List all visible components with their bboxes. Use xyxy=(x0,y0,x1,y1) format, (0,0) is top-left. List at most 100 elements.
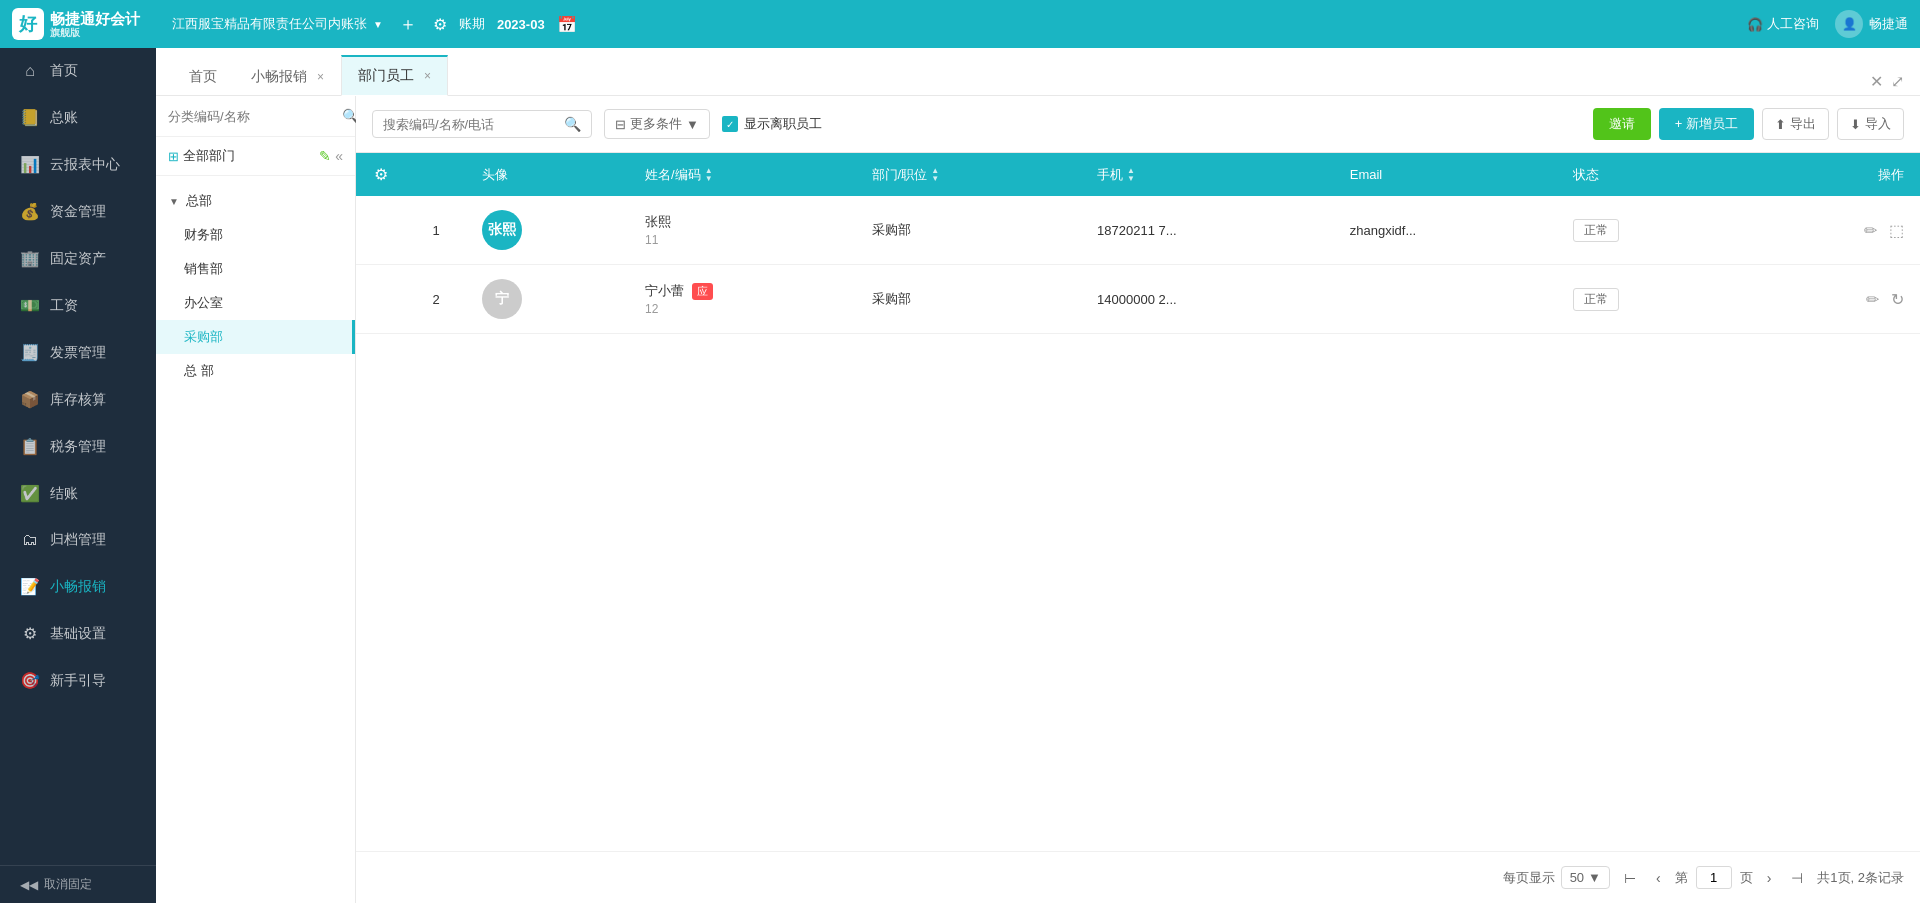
dept-node-purchase[interactable]: 采购部 xyxy=(156,320,355,354)
reports-icon: 📊 xyxy=(20,155,40,174)
edit-employee-button[interactable]: ✏ xyxy=(1866,290,1879,309)
avatar: 张熙 xyxy=(482,210,522,250)
company-selector[interactable]: 江西服宝精品有限责任公司内账张 ▼ xyxy=(172,15,383,33)
import-button[interactable]: ⬇ 导入 xyxy=(1837,108,1904,140)
col-settings[interactable]: ⚙ xyxy=(356,153,406,196)
header-right: 🎧 人工咨询 👤 畅捷通 xyxy=(1747,10,1908,38)
import-icon: ⬇ xyxy=(1850,117,1861,132)
dept-tree: ▼ 总部 财务部 销售部 办公室 采购部 xyxy=(156,176,355,903)
dept-node-sales[interactable]: 销售部 xyxy=(156,252,355,286)
ledger-icon: 📒 xyxy=(20,108,40,127)
col-phone[interactable]: 手机 ▲▼ xyxy=(1081,153,1334,196)
row1-settings xyxy=(356,196,406,265)
dept-node-hq-label: 总部 xyxy=(186,192,212,210)
settings-icon[interactable]: ⚙ xyxy=(433,15,447,34)
next-page-button[interactable]: › xyxy=(1761,868,1778,888)
prev-page-button[interactable]: ‹ xyxy=(1650,868,1667,888)
employee-search-input[interactable] xyxy=(383,117,558,132)
ai-consult-button[interactable]: 🎧 人工咨询 xyxy=(1747,15,1819,33)
sort-dept-icon: ▲▼ xyxy=(931,167,939,183)
employee-name: 张熙 xyxy=(645,213,840,231)
dept-node-general[interactable]: 总 部 xyxy=(156,354,355,388)
sidebar-label-guide: 新手引导 xyxy=(50,672,106,690)
tab-close-all[interactable]: ✕ xyxy=(1870,72,1883,91)
page-size-select: 每页显示 50 ▼ xyxy=(1503,866,1610,889)
logo-icon: 好 xyxy=(12,8,44,40)
employee-search-icon[interactable]: 🔍 xyxy=(564,116,581,132)
dept-node-finance[interactable]: 财务部 xyxy=(156,218,355,252)
filter-label: 更多条件 xyxy=(630,115,682,133)
sidebar-label-reports: 云报表中心 xyxy=(50,156,120,174)
sidebar-item-inventory[interactable]: 📦 库存核算 xyxy=(0,376,156,423)
edit-employee-button[interactable]: ✏ xyxy=(1864,221,1877,240)
tab-dept-employee[interactable]: 部门员工 × xyxy=(341,55,448,96)
add-employee-button[interactable]: + 新增员工 xyxy=(1659,108,1754,140)
sidebar-item-archive[interactable]: 🗂 归档管理 xyxy=(0,517,156,563)
sidebar-item-guide[interactable]: 🎯 新手引导 xyxy=(0,657,156,704)
sidebar-label-funds: 资金管理 xyxy=(50,203,106,221)
sidebar-item-expense[interactable]: 📝 小畅报销 xyxy=(0,563,156,610)
filter-button[interactable]: ⊟ 更多条件 ▼ xyxy=(604,109,710,139)
col-name-code[interactable]: 姓名/编码 ▲▼ xyxy=(629,153,856,196)
row1-avatar-cell: 张熙 xyxy=(466,196,629,265)
last-page-button[interactable]: ⊣ xyxy=(1785,868,1809,888)
sidebar-item-home[interactable]: ⌂ 首页 xyxy=(0,48,156,94)
page-size-value: 50 xyxy=(1570,870,1584,885)
sidebar-item-payroll[interactable]: 💵 工资 xyxy=(0,282,156,329)
chevron-down-icon: ▼ xyxy=(373,19,383,30)
sidebar-item-settings[interactable]: ⚙ 基础设置 xyxy=(0,610,156,657)
logout-employee-button[interactable]: ⬚ xyxy=(1889,221,1904,240)
page-size-label: 每页显示 xyxy=(1503,869,1555,887)
dept-node-sales-label: 销售部 xyxy=(184,260,223,278)
user-info[interactable]: 👤 畅捷通 xyxy=(1835,10,1908,38)
sidebar-item-reports[interactable]: 📊 云报表中心 xyxy=(0,141,156,188)
sidebar-label-invoice: 发票管理 xyxy=(50,344,106,362)
add-account-button[interactable]: ＋ xyxy=(395,12,421,36)
tab-bar: 首页 小畅报销 × 部门员工 × ✕ ⤢ xyxy=(156,48,1920,96)
tab-expense-close[interactable]: × xyxy=(317,70,324,84)
sidebar-item-checkout[interactable]: ✅ 结账 xyxy=(0,470,156,517)
unpin-label: 取消固定 xyxy=(44,876,92,893)
dept-search-input[interactable] xyxy=(168,109,336,124)
sidebar-item-invoice[interactable]: 🧾 发票管理 xyxy=(0,329,156,376)
dept-node-hq[interactable]: ▼ 总部 xyxy=(156,184,355,218)
column-settings-icon[interactable]: ⚙ xyxy=(374,166,388,183)
export-button[interactable]: ⬆ 导出 xyxy=(1762,108,1829,140)
sort-phone-icon: ▲▼ xyxy=(1127,167,1135,183)
delete-employee-button[interactable]: ↻ xyxy=(1891,290,1904,309)
status-badge: 正常 xyxy=(1573,219,1619,242)
row1-dept: 采购部 xyxy=(856,196,1081,265)
sidebar-item-fixed-assets[interactable]: 🏢 固定资产 xyxy=(0,235,156,282)
avatar-text: 宁 xyxy=(495,290,509,308)
col-phone-label: 手机 xyxy=(1097,166,1123,184)
sidebar-item-ledger[interactable]: 📒 总账 xyxy=(0,94,156,141)
tab-expand[interactable]: ⤢ xyxy=(1891,72,1904,91)
show-resigned-checkbox[interactable]: ✓ 显示离职员工 xyxy=(722,115,822,133)
app-title: 畅捷通好会计 xyxy=(50,10,140,28)
dept-node-office[interactable]: 办公室 xyxy=(156,286,355,320)
guide-icon: 🎯 xyxy=(20,671,40,690)
tab-home[interactable]: 首页 xyxy=(172,57,234,96)
page-size-selector[interactable]: 50 ▼ xyxy=(1561,866,1610,889)
sort-icon: ▲▼ xyxy=(705,167,713,183)
dept-add-button[interactable]: ✎ xyxy=(319,148,331,164)
sidebar-item-funds[interactable]: 💰 资金管理 xyxy=(0,188,156,235)
username: 畅捷通 xyxy=(1869,15,1908,33)
tab-expense[interactable]: 小畅报销 × xyxy=(234,57,341,96)
calendar-icon[interactable]: 📅 xyxy=(557,15,577,34)
dept-header: ⊞ 全部部门 ✎ « xyxy=(156,137,355,176)
dept-collapse-button[interactable]: « xyxy=(335,148,343,164)
toolbar-right: 邀请 + 新增员工 ⬆ 导出 ⬇ 导入 xyxy=(1593,108,1904,140)
dept-node-office-label: 办公室 xyxy=(184,294,223,312)
first-page-button[interactable]: ⊢ xyxy=(1618,868,1642,888)
page-number-input[interactable] xyxy=(1696,866,1732,889)
unpin-button[interactable]: ◀◀ 取消固定 xyxy=(0,865,156,903)
content-area: 首页 小畅报销 × 部门员工 × ✕ ⤢ 🔍 xyxy=(156,48,1920,903)
col-dept-position[interactable]: 部门/职位 ▲▼ xyxy=(856,153,1081,196)
tab-dept-employee-close[interactable]: × xyxy=(424,69,431,83)
filter-icon: ⊟ xyxy=(615,117,626,132)
sidebar-item-tax[interactable]: 📋 税务管理 xyxy=(0,423,156,470)
status-badge: 正常 xyxy=(1573,288,1619,311)
invite-button[interactable]: 邀请 xyxy=(1593,108,1651,140)
show-resigned-label: 显示离职员工 xyxy=(744,115,822,133)
